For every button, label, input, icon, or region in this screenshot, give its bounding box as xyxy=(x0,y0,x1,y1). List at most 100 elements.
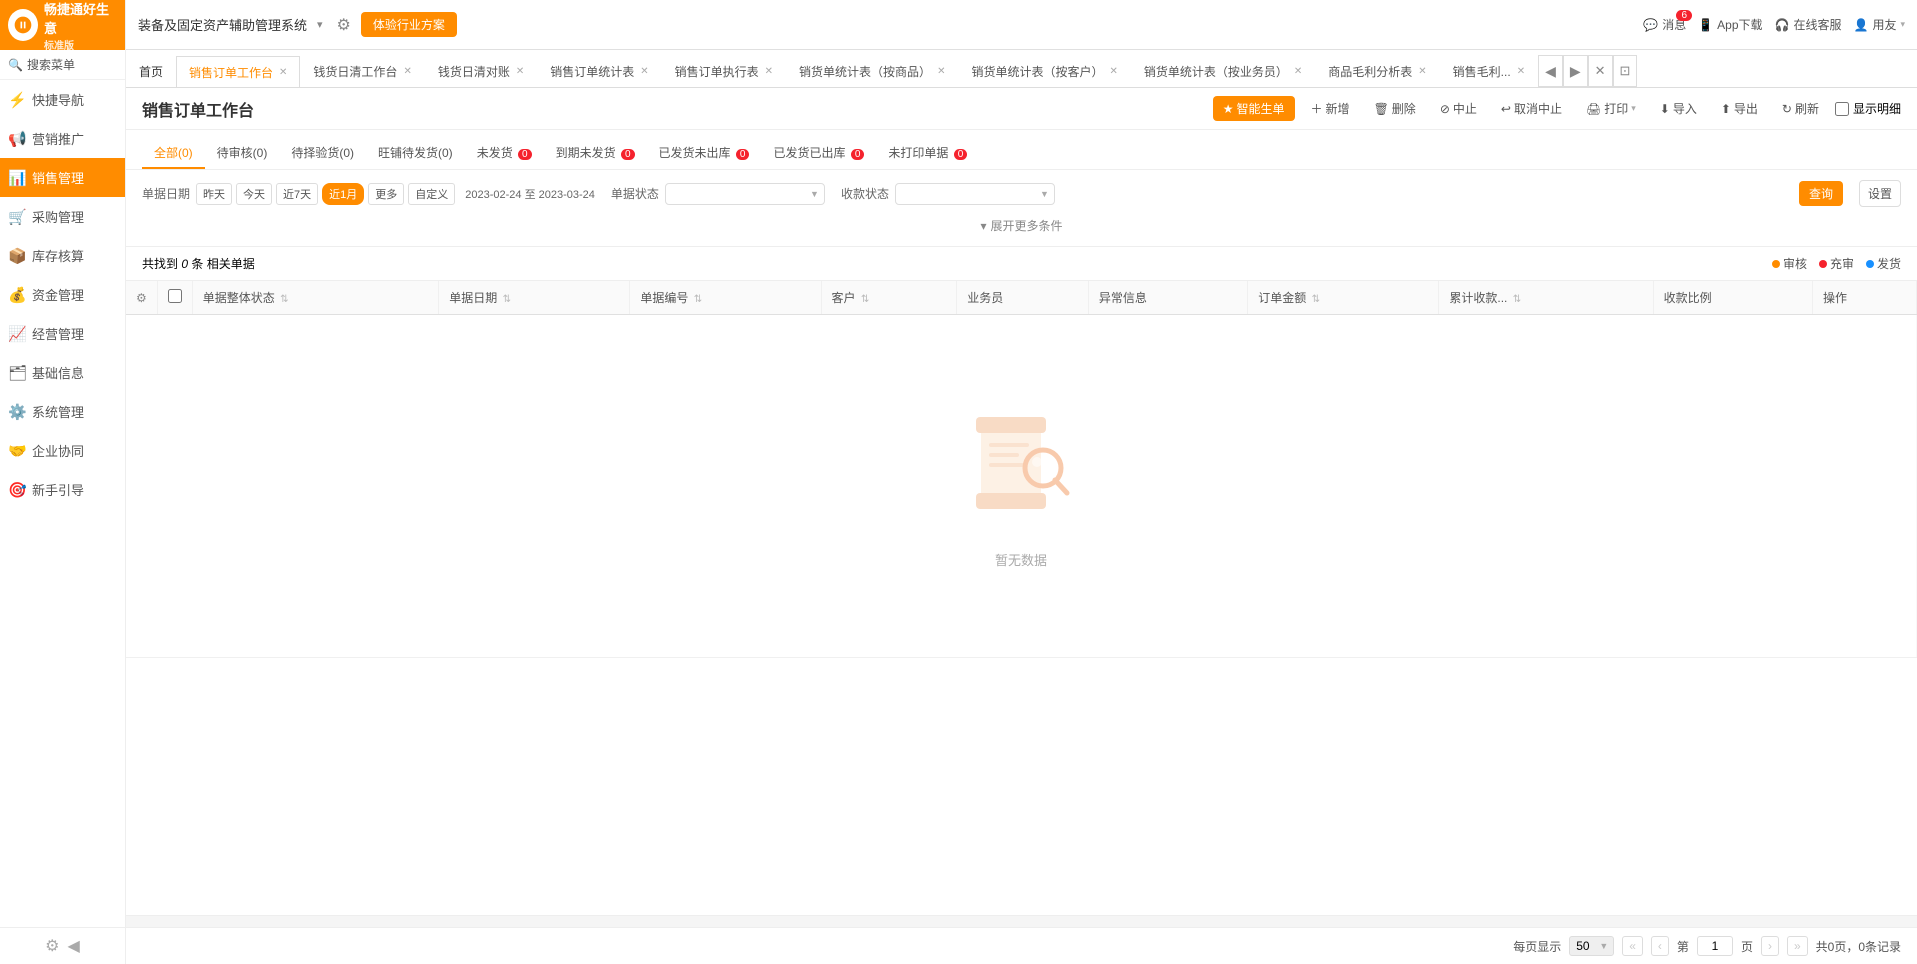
payment-select[interactable] xyxy=(895,183,1055,205)
sidebar-item-cooperation[interactable]: 🤝 企业协同 xyxy=(0,431,125,470)
app-download-action[interactable]: 📱 App下载 xyxy=(1698,16,1762,33)
tab-gross-profit[interactable]: 商品毛利分析表 ✕ xyxy=(1315,55,1439,87)
dropdown-arrow[interactable]: ▾ xyxy=(317,18,323,31)
settings-icon[interactable]: ⚙ xyxy=(45,936,59,956)
tab-home[interactable]: 首页 xyxy=(126,55,176,87)
export-button[interactable]: ⬆ 导出 xyxy=(1713,96,1766,121)
filter-tab-shipped-out[interactable]: 已发货已出库 0 xyxy=(761,138,876,169)
first-page-button[interactable]: « xyxy=(1622,936,1643,956)
tab-close-all[interactable]: ✕ xyxy=(1588,55,1613,87)
date-btn-custom[interactable]: 自定义 xyxy=(408,183,455,205)
expand-conditions[interactable]: ▾ 展开更多条件 xyxy=(142,215,1901,236)
tab-cash-daily[interactable]: 钱货日清工作台 ✕ xyxy=(300,55,424,87)
tab-close-icon[interactable]: ✕ xyxy=(279,67,287,78)
settings-query-button[interactable]: 设置 xyxy=(1859,180,1901,207)
gear-icon[interactable]: ⚙ xyxy=(136,291,147,305)
cancel-pause-button[interactable]: ↩ 取消中止 xyxy=(1493,96,1570,121)
last-page-button[interactable]: » xyxy=(1787,936,1808,956)
tab-close-icon[interactable]: ✕ xyxy=(937,66,945,77)
date-btn-more[interactable]: 更多 xyxy=(368,183,404,205)
tab-cash-reconcile[interactable]: 钱货日清对账 ✕ xyxy=(425,55,537,87)
filter-tab-label: 已发货未出库 xyxy=(659,146,731,160)
tab-close-icon[interactable]: ✕ xyxy=(640,66,648,77)
page-input[interactable] xyxy=(1697,936,1733,956)
date-btn-today[interactable]: 今天 xyxy=(236,183,272,205)
filter-tab-pending-review[interactable]: 待审核(0) xyxy=(205,138,280,169)
sidebar-item-finance[interactable]: 💰 资金管理 xyxy=(0,275,125,314)
tab-close-icon[interactable]: ✕ xyxy=(1517,66,1525,77)
select-all-checkbox[interactable] xyxy=(168,289,182,303)
tab-sales-summary-staff[interactable]: 销货单统计表（按业务员） ✕ xyxy=(1131,55,1315,87)
tab-close-icon[interactable]: ✕ xyxy=(1418,66,1426,77)
page-label: 第 xyxy=(1677,938,1689,955)
tab-close-icon[interactable]: ✕ xyxy=(1294,66,1302,77)
per-page-select[interactable]: 10 20 50 100 xyxy=(1569,936,1614,956)
refresh-button[interactable]: ↻ 刷新 xyxy=(1774,96,1827,121)
sort-icon[interactable]: ⇅ xyxy=(1513,294,1521,305)
collapse-icon[interactable]: ◀ xyxy=(68,936,80,956)
status-select[interactable] xyxy=(665,183,825,205)
industry-solution-button[interactable]: 体验行业方案 xyxy=(361,12,457,37)
tab-nav-next[interactable]: ▶ xyxy=(1563,55,1588,87)
horizontal-scrollbar[interactable] xyxy=(126,915,1917,927)
sidebar-item-marketing[interactable]: 📢 营销推广 xyxy=(0,119,125,158)
import-button[interactable]: ⬇ 导入 xyxy=(1652,96,1705,121)
cooperation-icon: 🤝 xyxy=(8,442,26,460)
settings-btn[interactable]: ⚙ xyxy=(337,15,351,35)
sidebar-item-business[interactable]: 📈 经营管理 xyxy=(0,314,125,353)
tab-sales-summary-customer[interactable]: 销货单统计表（按客户） ✕ xyxy=(958,55,1130,87)
online-service-action[interactable]: 🎧 在线客服 xyxy=(1775,16,1842,33)
new-button[interactable]: ＋ 新增 xyxy=(1303,96,1358,121)
tab-sales-more[interactable]: 销售毛利... ✕ xyxy=(1440,55,1538,87)
tab-sales-exec[interactable]: 销售订单执行表 ✕ xyxy=(662,55,786,87)
cancel-review-action[interactable]: 充审 xyxy=(1819,255,1854,272)
print-button[interactable]: 🖨 打印 ▾ xyxy=(1578,96,1644,121)
sidebar-item-guide[interactable]: 🎯 新手引导 xyxy=(0,470,125,509)
empty-illustration xyxy=(961,403,1081,542)
tab-sales-summary-product[interactable]: 销货单统计表（按商品） ✕ xyxy=(786,55,958,87)
filter-tab-not-printed[interactable]: 未打印单据 0 xyxy=(876,138,979,169)
sort-icon[interactable]: ⇅ xyxy=(1312,294,1320,305)
sidebar-item-system[interactable]: ⚙️ 系统管理 xyxy=(0,392,125,431)
sort-icon[interactable]: ⇅ xyxy=(280,294,288,305)
tab-close-icon[interactable]: ✕ xyxy=(1109,66,1117,77)
sort-icon[interactable]: ⇅ xyxy=(861,294,869,305)
show-detail-checkbox[interactable] xyxy=(1835,102,1849,116)
filter-tab-wangpu[interactable]: 旺铺待发货(0) xyxy=(366,138,465,169)
filter-tab-pending-inspect[interactable]: 待择验货(0) xyxy=(279,138,366,169)
date-btn-7days[interactable]: 近7天 xyxy=(276,183,318,205)
sidebar-item-purchase[interactable]: 🛒 采购管理 xyxy=(0,197,125,236)
col-number-label: 单据编号 xyxy=(640,291,688,305)
sidebar-item-inventory[interactable]: 📦 库存核算 xyxy=(0,236,125,275)
tab-nav-prev[interactable]: ◀ xyxy=(1538,55,1563,87)
prev-page-button[interactable]: ‹ xyxy=(1651,936,1669,956)
tab-sales-stat[interactable]: 销售订单统计表 ✕ xyxy=(537,55,661,87)
review-action[interactable]: 审核 xyxy=(1772,255,1807,272)
filter-tab-expired[interactable]: 到期未发货 0 xyxy=(544,138,647,169)
delete-button[interactable]: 🗑 删除 xyxy=(1366,96,1424,121)
sidebar-item-quick-nav[interactable]: ⚡ 快捷导航 xyxy=(0,80,125,119)
sidebar-item-base[interactable]: 🗂 基础信息 xyxy=(0,353,125,392)
ship-action[interactable]: 发货 xyxy=(1866,255,1901,272)
tab-close-icon[interactable]: ✕ xyxy=(765,66,773,77)
message-action[interactable]: 💬 消息 6 xyxy=(1643,16,1686,33)
tab-maximize[interactable]: ⊡ xyxy=(1613,55,1638,87)
import-icon: ⬇ xyxy=(1660,102,1670,116)
query-button[interactable]: 查询 xyxy=(1799,181,1843,206)
user-action[interactable]: 👤 用友 ▾ xyxy=(1854,16,1906,33)
filter-tab-not-shipped[interactable]: 未发货 0 xyxy=(465,138,544,169)
date-btn-1month[interactable]: 近1月 xyxy=(322,183,364,205)
tab-close-icon[interactable]: ✕ xyxy=(516,66,524,77)
sort-icon[interactable]: ⇅ xyxy=(694,294,702,305)
sidebar-item-sales[interactable]: 📊 销售管理 xyxy=(0,158,125,197)
next-page-button[interactable]: › xyxy=(1761,936,1779,956)
date-btn-yesterday[interactable]: 昨天 xyxy=(196,183,232,205)
sort-icon[interactable]: ⇅ xyxy=(503,294,511,305)
sidebar-item-search[interactable]: 🔍 搜索菜单 xyxy=(0,50,125,80)
filter-tab-shipped-not-out[interactable]: 已发货未出库 0 xyxy=(647,138,762,169)
smart-create-button[interactable]: ★ 智能生单 xyxy=(1213,96,1295,121)
pause-button[interactable]: ⊘ 中止 xyxy=(1432,96,1485,121)
tab-close-icon[interactable]: ✕ xyxy=(403,66,411,77)
tab-sales-order[interactable]: 销售订单工作台 ✕ xyxy=(176,56,300,88)
filter-tab-all[interactable]: 全部(0) xyxy=(142,138,205,169)
